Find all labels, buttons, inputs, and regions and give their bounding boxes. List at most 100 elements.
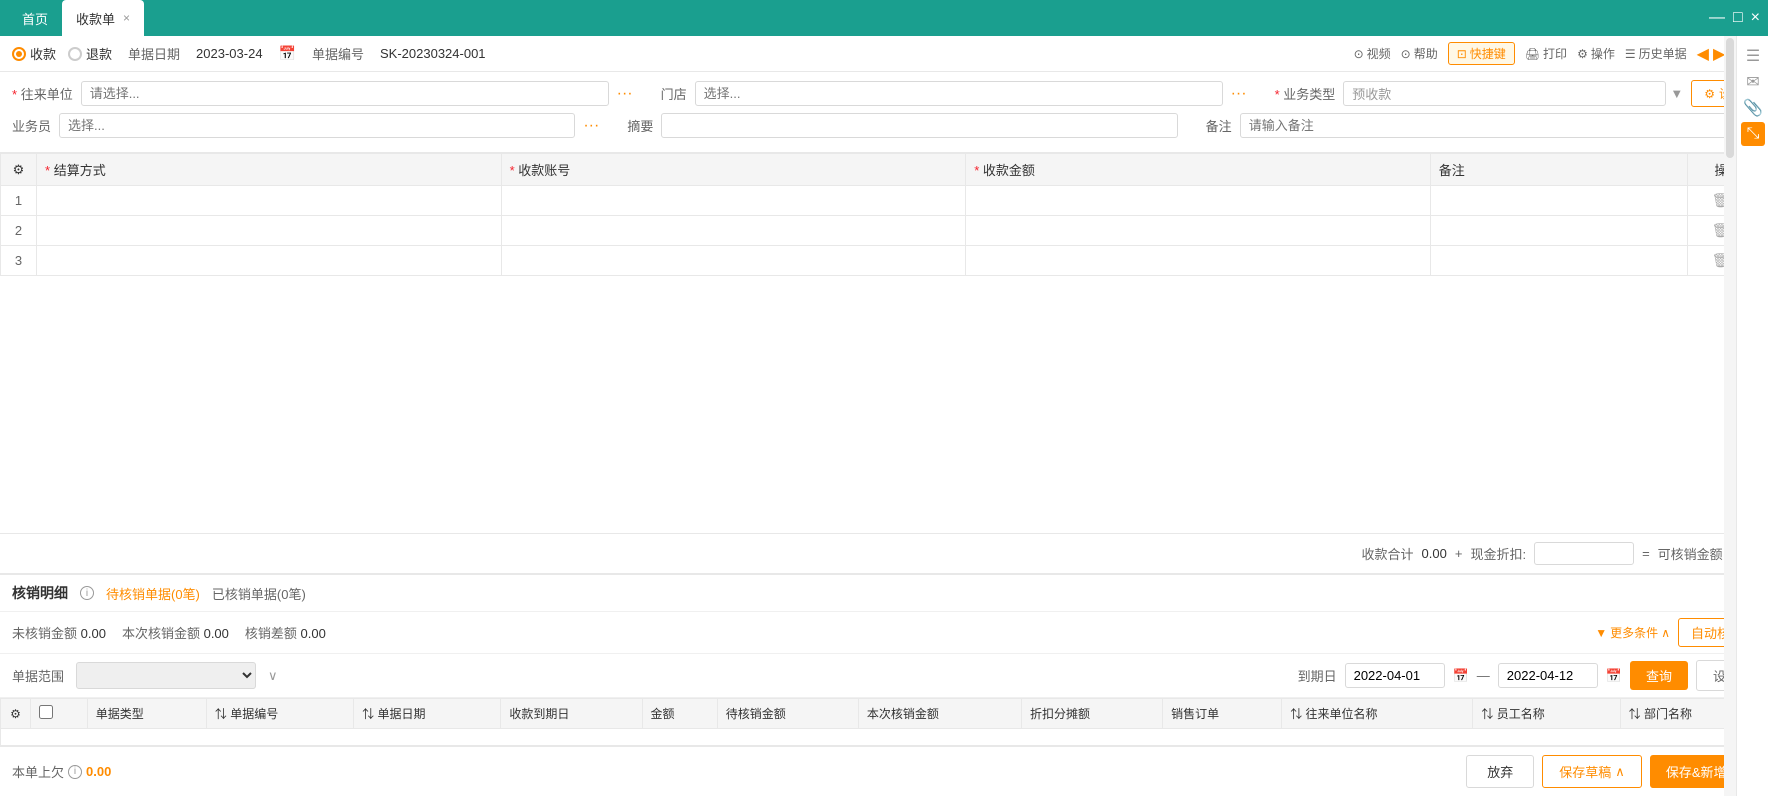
verify-filter-row: 单据范围 ∨ 到期日 📅 — 📅 查询 设置 xyxy=(0,654,1768,698)
operate-btn[interactable]: ⚙ 操作 xyxy=(1577,45,1615,62)
tab-done[interactable]: 已核销单据(0笔) xyxy=(212,584,306,603)
sidebar-mail-icon[interactable]: ✉ xyxy=(1741,70,1765,94)
video-label: 视频 xyxy=(1367,45,1391,62)
row-2-remark[interactable] xyxy=(1430,216,1687,246)
total-value: 0.00 xyxy=(1422,546,1447,561)
tab-home-label: 首页 xyxy=(22,9,48,28)
row-1-remark[interactable] xyxy=(1430,186,1687,216)
staff-more-icon[interactable]: ··· xyxy=(583,117,599,135)
footer-info-label: 本单上欠 xyxy=(12,762,64,781)
date-end-input[interactable] xyxy=(1498,663,1598,688)
partner-input[interactable] xyxy=(81,81,609,106)
nav-left-btn[interactable]: ◀ xyxy=(1697,44,1709,64)
summary-input[interactable] xyxy=(661,113,1177,138)
toolbar-right: ⊙ 视频 ⊙ 帮助 ⊡ 快捷键 🖨 打印 ⚙ 操作 ☰ 历史单据 xyxy=(1354,42,1756,65)
radio-shoukuan[interactable]: 收款 xyxy=(12,44,56,63)
right-sidebar: ☰ ✉ 📎 ⤡ xyxy=(1736,36,1768,796)
tab-home[interactable]: 首页 xyxy=(8,0,62,36)
btm-empty-cell xyxy=(1,729,1768,746)
footer: 本单上欠 i 0.00 放弃 保存草稿 ∧ 保存&新增 ∧ xyxy=(0,746,1768,796)
this-cancel-stat: 本次核销金额 0.00 xyxy=(122,623,229,642)
business-type-dropdown-icon[interactable]: ▼ xyxy=(1670,86,1683,101)
video-btn[interactable]: ⊙ 视频 xyxy=(1354,45,1391,62)
date-end-calendar-icon[interactable]: 📅 xyxy=(1606,668,1622,684)
query-btn[interactable]: 查询 xyxy=(1630,661,1688,690)
radio-tuikuan[interactable]: 退款 xyxy=(68,44,112,63)
row-3-remark[interactable] xyxy=(1430,246,1687,276)
toolbar: 收款 退款 单据日期 2023-03-24 📅 单据编号 SK-20230324… xyxy=(0,36,1768,72)
date-start-input[interactable] xyxy=(1345,663,1445,688)
partner-more-icon[interactable]: ··· xyxy=(617,85,633,103)
abandon-button[interactable]: 放弃 xyxy=(1466,755,1534,788)
row-3-amount[interactable] xyxy=(966,246,1431,276)
footer-actions: 放弃 保存草稿 ∧ 保存&新增 ∧ xyxy=(1466,755,1756,788)
row-1-account[interactable] xyxy=(501,186,966,216)
date-start-calendar-icon[interactable]: 📅 xyxy=(1453,668,1469,684)
col-settings-header[interactable]: ⚙ xyxy=(1,154,37,186)
shop-input[interactable] xyxy=(695,81,1223,106)
row-1-amount[interactable] xyxy=(966,186,1431,216)
row-2-amount[interactable] xyxy=(966,216,1431,246)
operate-label: 操作 xyxy=(1591,45,1615,62)
col-remark-header: 备注 xyxy=(1430,154,1687,186)
close-button[interactable]: × xyxy=(1751,9,1760,27)
row-3-account[interactable] xyxy=(501,246,966,276)
scrollbar[interactable] xyxy=(1724,36,1736,796)
col-settings-icon[interactable]: ⚙ xyxy=(10,707,21,721)
window-controls: — □ × xyxy=(1709,9,1760,27)
range-dropdown-icon[interactable]: ∨ xyxy=(268,668,278,684)
sidebar-table-icon[interactable]: ☰ xyxy=(1741,44,1765,68)
tab-current-label: 收款单 xyxy=(76,9,115,28)
tab-close-icon[interactable]: × xyxy=(123,11,130,25)
shortcut-label: 快捷键 xyxy=(1470,45,1506,62)
discount-input[interactable] xyxy=(1534,542,1634,565)
this-cancel-value: 0.00 xyxy=(204,626,229,641)
remark-label: 备注 xyxy=(1206,116,1232,135)
verify-info-icon[interactable]: i xyxy=(80,586,94,600)
help-btn[interactable]: ⊙ 帮助 xyxy=(1401,45,1438,62)
scroll-thumb[interactable] xyxy=(1726,38,1734,158)
table-settings-icon[interactable]: ⚙ xyxy=(13,162,25,177)
row-1-settle[interactable] xyxy=(37,186,502,216)
staff-input[interactable] xyxy=(59,113,575,138)
sidebar-expand-icon[interactable]: ⤡ xyxy=(1741,122,1765,146)
more-conditions-label: 更多条件 xyxy=(1610,624,1658,641)
plus-sign: + xyxy=(1455,546,1463,561)
more-conditions-btn[interactable]: ▼ 更多条件 ∧ xyxy=(1595,624,1670,641)
shop-more-icon[interactable]: ··· xyxy=(1231,85,1247,103)
calendar-icon[interactable]: 📅 xyxy=(279,45,296,62)
verify-title: 核销明细 xyxy=(12,583,68,603)
history-btn[interactable]: ☰ 历史单据 xyxy=(1625,45,1687,62)
date-value: 2023-03-24 xyxy=(196,46,263,61)
select-all-checkbox[interactable] xyxy=(39,705,53,719)
save-draft-button[interactable]: 保存草稿 ∧ xyxy=(1542,755,1642,788)
operate-icon: ⚙ xyxy=(1577,47,1588,61)
date-label: 单据日期 xyxy=(128,44,180,63)
print-btn[interactable]: 🖨 打印 xyxy=(1525,45,1567,62)
partner-label: * 往来单位 xyxy=(12,84,73,103)
maximize-button[interactable]: □ xyxy=(1733,9,1743,27)
range-select[interactable] xyxy=(76,662,256,689)
tab-pending[interactable]: 待核销单据(0笔) xyxy=(106,584,200,603)
save-new-label: 保存&新增 xyxy=(1666,762,1727,781)
type-radio-group: 收款 退款 xyxy=(12,44,112,63)
minimize-button[interactable]: — xyxy=(1709,9,1725,27)
row-3-settle[interactable] xyxy=(37,246,502,276)
remark-input[interactable] xyxy=(1240,113,1756,138)
sidebar-attachment-icon[interactable]: 📎 xyxy=(1741,96,1765,120)
btm-col-due: 收款到期日 xyxy=(501,699,642,729)
row-2-account[interactable] xyxy=(501,216,966,246)
verify-section: 核销明细 i 待核销单据(0笔) 已核销单据(0笔) 未核销金额 0.00 本次… xyxy=(0,574,1768,746)
business-type-label: * 业务类型 xyxy=(1275,84,1336,103)
shortcut-btn[interactable]: ⊡ 快捷键 xyxy=(1448,42,1515,65)
footer-info-icon[interactable]: i xyxy=(68,765,82,779)
number-value: SK-20230324-001 xyxy=(380,46,486,61)
form-area: * 往来单位 ··· 门店 ··· * 业务类型 ▼ ⚙ 设置 业务员 xyxy=(0,72,1768,153)
business-type-input[interactable] xyxy=(1343,81,1666,106)
row-2-settle[interactable] xyxy=(37,216,502,246)
table-row: 1 🗑 ⧉ xyxy=(1,186,1768,216)
tab-current[interactable]: 收款单 × xyxy=(62,0,144,36)
bottom-table-wrapper: ⚙ 单据类型 ⇅ 单据编号 ⇅ 单据日期 收款到期日 金额 xyxy=(0,698,1768,746)
col-amount-header: * 收款金额 xyxy=(966,154,1431,186)
table-row: 2 🗑 ⧉ xyxy=(1,216,1768,246)
